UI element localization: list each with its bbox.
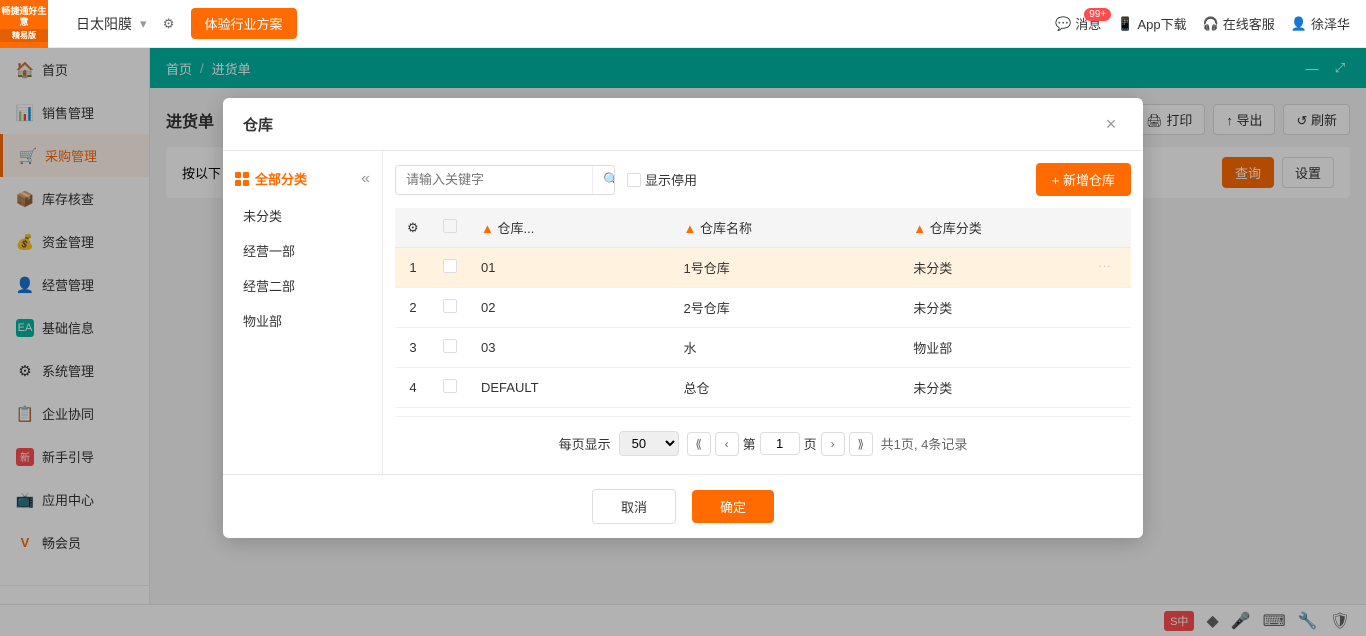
all-categories-label: 全部分类 bbox=[255, 169, 307, 188]
topbar-right: 💬 消息 99+ 📱 App下载 🎧 在线客服 👤 徐泽华 bbox=[1055, 14, 1350, 33]
topbar: 畅捷通好生意 精易版 日太阳膜 ▾ ⚙ 体验行业方案 💬 消息 99+ 📱 Ap… bbox=[0, 0, 1366, 48]
modal-overlay: 仓库 × 全部分类 « 未分类 bbox=[0, 0, 1366, 636]
show-disabled-label[interactable]: 显示停用 bbox=[627, 170, 697, 189]
page-input[interactable] bbox=[760, 432, 800, 455]
avatar-icon: 👤 bbox=[1291, 16, 1307, 32]
search-box: 🔍 bbox=[395, 165, 615, 195]
row-code: DEFAULT bbox=[469, 368, 672, 408]
all-categories-btn[interactable]: 全部分类 bbox=[235, 169, 307, 188]
grid-icon bbox=[235, 172, 249, 186]
modal-close-button[interactable]: × bbox=[1099, 112, 1123, 136]
page-label: 第 bbox=[743, 434, 756, 453]
select-all-checkbox[interactable] bbox=[443, 219, 457, 233]
row-category: 未分类··· bbox=[901, 248, 1131, 288]
trial-button[interactable]: 体验行业方案 bbox=[191, 8, 297, 39]
message-icon: 💬 bbox=[1055, 16, 1071, 32]
table-panel: 🔍 显示停用 + 新增仓库 ⚙ ▲ 仓库... bbox=[383, 151, 1143, 474]
confirm-button[interactable]: 确定 bbox=[692, 490, 774, 523]
modal-header: 仓库 × bbox=[223, 98, 1143, 151]
table-row[interactable]: 3 03 水 物业部 bbox=[395, 328, 1131, 368]
col-category: ▲ 仓库分类 bbox=[901, 208, 1131, 248]
page-unit: 页 bbox=[804, 434, 817, 453]
col-settings: ⚙ bbox=[395, 208, 431, 248]
warehouse-modal: 仓库 × 全部分类 « 未分类 bbox=[223, 98, 1143, 538]
row-checkbox[interactable] bbox=[431, 288, 469, 328]
row-name: 总仓 bbox=[672, 368, 902, 408]
row-code: 03 bbox=[469, 328, 672, 368]
category-item-unclassified[interactable]: 未分类 bbox=[223, 198, 382, 233]
show-disabled-text: 显示停用 bbox=[645, 170, 697, 189]
add-warehouse-button[interactable]: + 新增仓库 bbox=[1036, 163, 1131, 196]
table-body: 1 01 1号仓库 未分类··· 2 02 2号仓库 未分类 3 03 水 物业… bbox=[395, 248, 1131, 408]
table-header: ⚙ ▲ 仓库... ▲ 仓库名称 ▲ 仓库分类 bbox=[395, 208, 1131, 248]
topbar-left: 日太阳膜 ▾ ⚙ 体验行业方案 bbox=[76, 8, 297, 39]
modal-footer: 取消 确定 bbox=[223, 474, 1143, 538]
message-badge: 99+ bbox=[1084, 8, 1111, 21]
category-panel: 全部分类 « 未分类 经营一部 经营二部 物业部 bbox=[223, 151, 383, 474]
mobile-icon: 📱 bbox=[1117, 16, 1133, 32]
row-seq: 4 bbox=[395, 368, 431, 408]
message-button[interactable]: 💬 消息 99+ bbox=[1055, 14, 1101, 33]
category-label-3: 物业部 bbox=[243, 314, 282, 329]
category-label-0: 未分类 bbox=[243, 209, 282, 224]
app-logo: 畅捷通好生意 精易版 bbox=[0, 0, 48, 48]
row-category: 物业部 bbox=[901, 328, 1131, 368]
category-item-dept1[interactable]: 经营一部 bbox=[223, 233, 382, 268]
table-header-row: ⚙ ▲ 仓库... ▲ 仓库名称 ▲ 仓库分类 bbox=[395, 208, 1131, 248]
search-input[interactable] bbox=[396, 166, 592, 193]
logo-text: 畅捷通好生意 精易版 bbox=[0, 6, 48, 43]
row-checkbox[interactable] bbox=[431, 328, 469, 368]
page-next-btn[interactable]: › bbox=[821, 432, 845, 456]
category-header: 全部分类 « bbox=[223, 163, 382, 198]
per-page-label: 每页显示 bbox=[559, 434, 611, 453]
modal-body: 全部分类 « 未分类 经营一部 经营二部 物业部 bbox=[223, 151, 1143, 474]
online-service-button[interactable]: 🎧 在线客服 bbox=[1203, 14, 1275, 33]
row-category: 未分类 bbox=[901, 368, 1131, 408]
row-name: 2号仓库 bbox=[672, 288, 902, 328]
table-row[interactable]: 2 02 2号仓库 未分类 bbox=[395, 288, 1131, 328]
row-name: 1号仓库 bbox=[672, 248, 902, 288]
table-row[interactable]: 1 01 1号仓库 未分类··· bbox=[395, 248, 1131, 288]
category-label-2: 经营二部 bbox=[243, 279, 295, 294]
page-first-btn[interactable]: ⟪ bbox=[687, 432, 711, 456]
cancel-button[interactable]: 取消 bbox=[592, 489, 676, 524]
category-item-dept2[interactable]: 经营二部 bbox=[223, 268, 382, 303]
row-seq: 2 bbox=[395, 288, 431, 328]
row-checkbox[interactable] bbox=[431, 368, 469, 408]
settings-icon[interactable]: ⚙ bbox=[155, 10, 183, 38]
pagination: 每页显示 50 100 200 ⟪ ‹ 第 页 › bbox=[395, 416, 1131, 462]
category-item-property[interactable]: 物业部 bbox=[223, 303, 382, 338]
disabled-checkbox[interactable] bbox=[627, 173, 641, 187]
row-code: 01 bbox=[469, 248, 672, 288]
row-code: 02 bbox=[469, 288, 672, 328]
table-row[interactable]: 4 DEFAULT 总仓 未分类 bbox=[395, 368, 1131, 408]
category-label-1: 经营一部 bbox=[243, 244, 295, 259]
col-checkbox bbox=[431, 208, 469, 248]
user-avatar[interactable]: 👤 徐泽华 bbox=[1291, 14, 1350, 33]
headset-icon: 🎧 bbox=[1203, 16, 1219, 32]
col-code: ▲ 仓库... bbox=[469, 208, 672, 248]
row-seq: 3 bbox=[395, 328, 431, 368]
row-checkbox[interactable] bbox=[431, 248, 469, 288]
app-download-button[interactable]: 📱 App下载 bbox=[1117, 14, 1186, 33]
page-size-dropdown[interactable]: 50 100 200 bbox=[619, 431, 679, 456]
store-name: 日太阳膜 bbox=[76, 14, 132, 34]
search-button[interactable]: 🔍 bbox=[592, 166, 615, 194]
page-navigation: ⟪ ‹ 第 页 › ⟫ bbox=[687, 432, 873, 456]
page-prev-btn[interactable]: ‹ bbox=[715, 432, 739, 456]
page-total: 共1页, 4条记录 bbox=[881, 434, 968, 453]
col-name: ▲ 仓库名称 bbox=[672, 208, 902, 248]
page-last-btn[interactable]: ⟫ bbox=[849, 432, 873, 456]
page-size-select[interactable]: 50 100 200 bbox=[619, 431, 679, 456]
collapse-icon[interactable]: « bbox=[361, 170, 370, 188]
store-dropdown-icon[interactable]: ▾ bbox=[140, 16, 147, 32]
modal-title: 仓库 bbox=[243, 114, 273, 135]
row-category: 未分类 bbox=[901, 288, 1131, 328]
warehouse-table: ⚙ ▲ 仓库... ▲ 仓库名称 ▲ 仓库分类 1 01 1号仓库 未分类···… bbox=[395, 208, 1131, 408]
row-name: 水 bbox=[672, 328, 902, 368]
row-seq: 1 bbox=[395, 248, 431, 288]
table-toolbar: 🔍 显示停用 + 新增仓库 bbox=[395, 163, 1131, 196]
